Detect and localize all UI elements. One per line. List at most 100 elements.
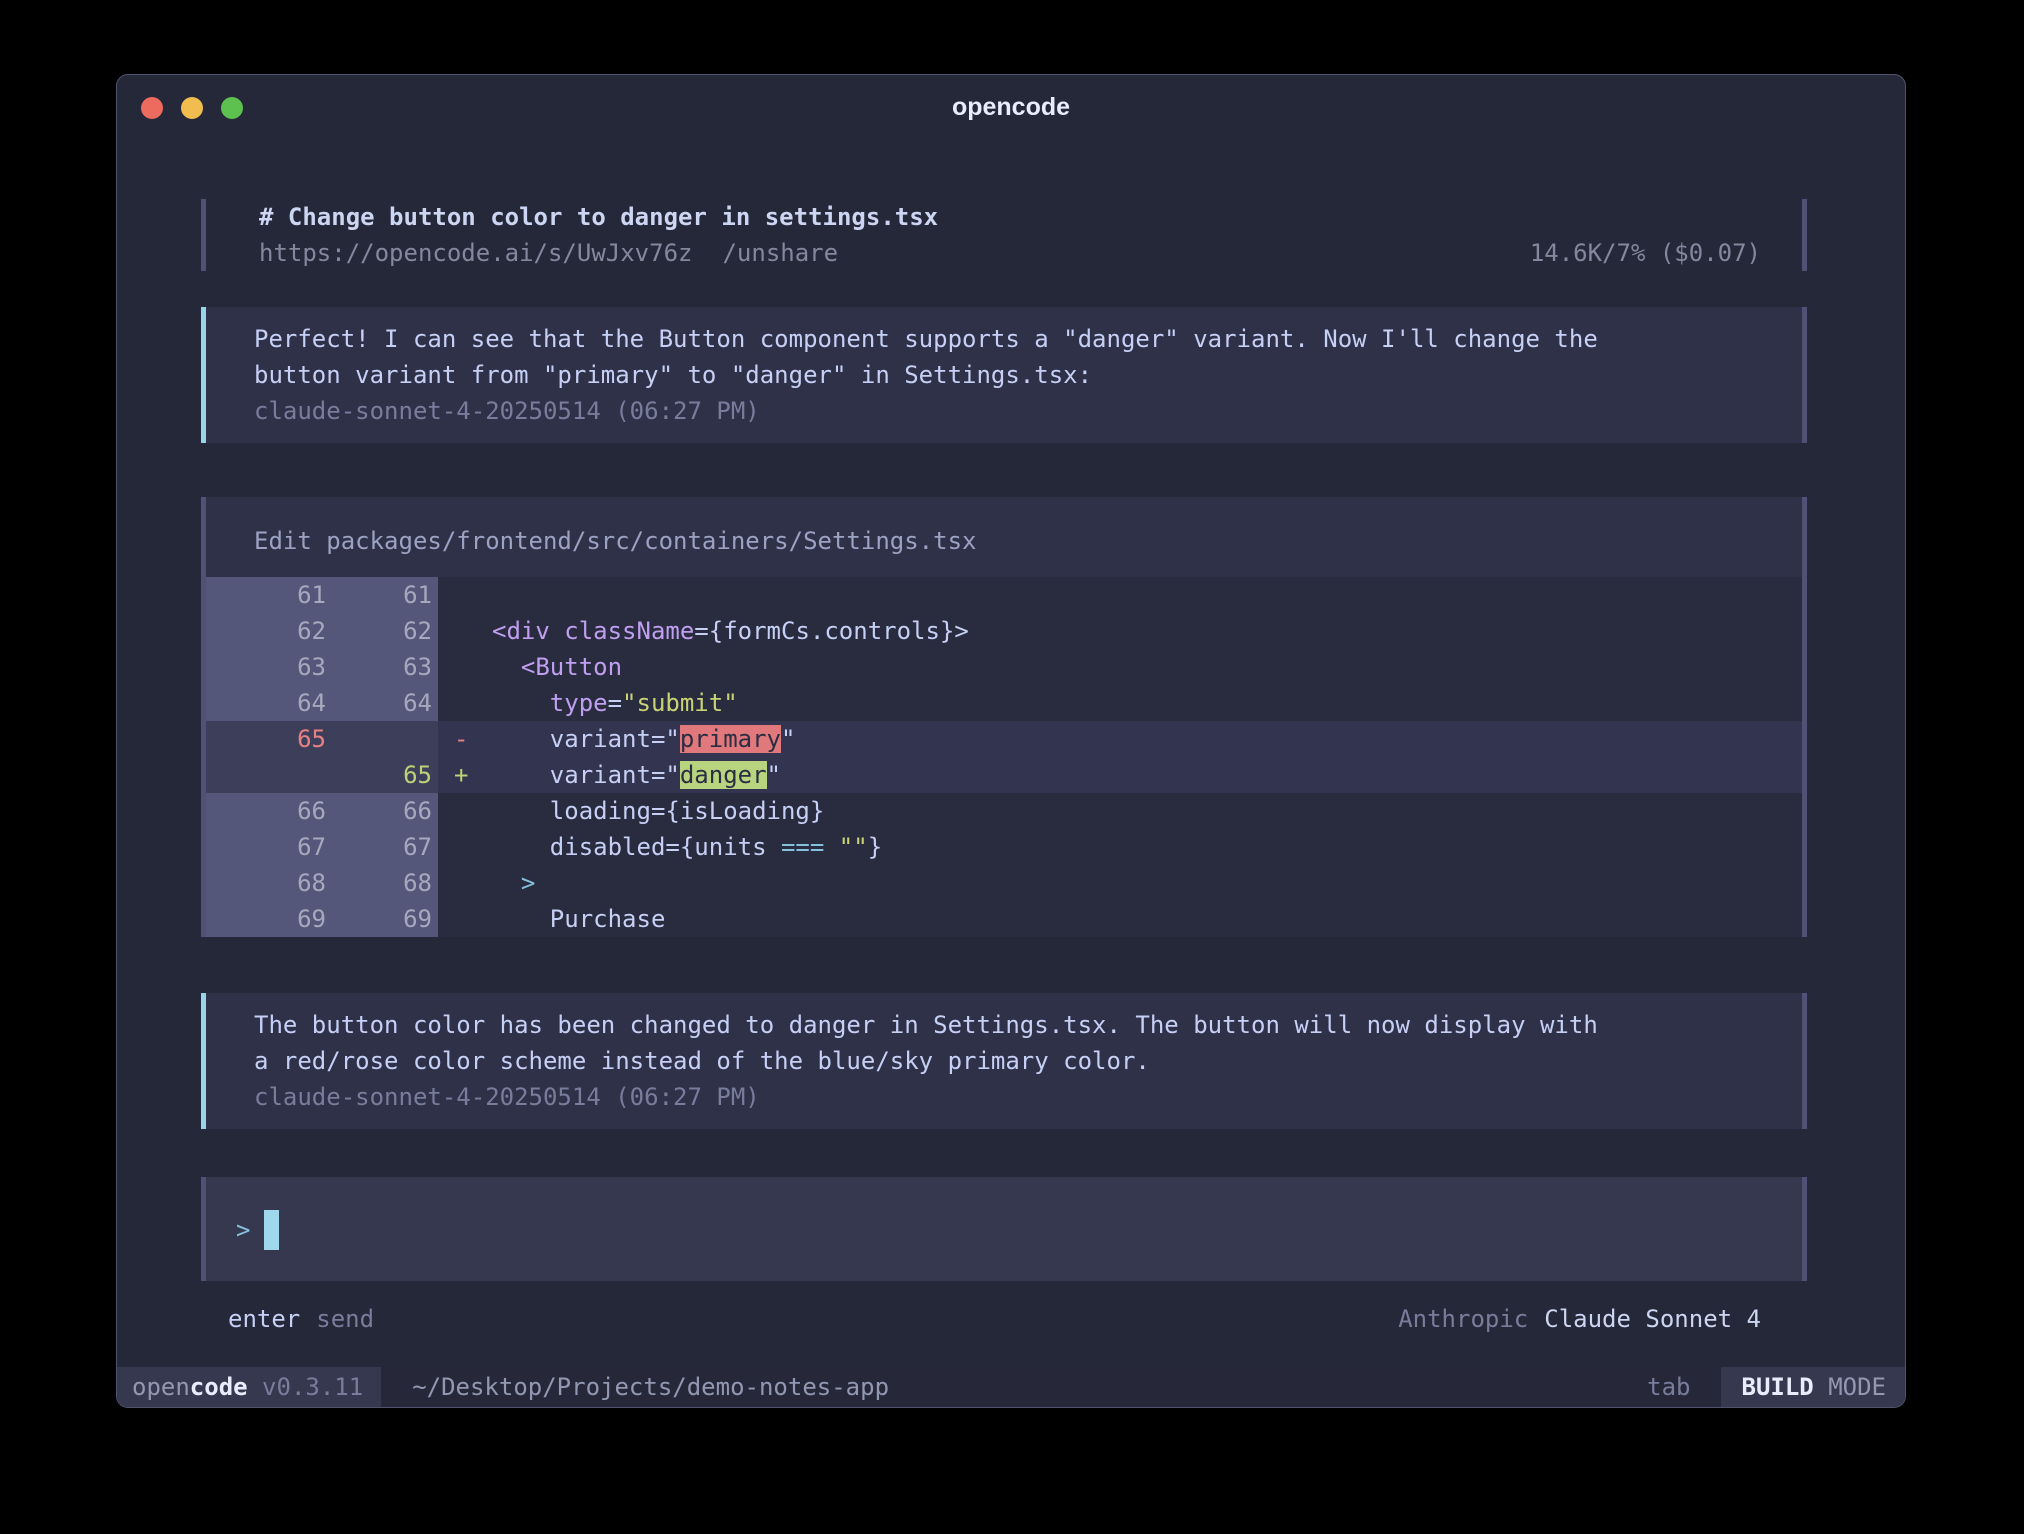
diff-row: 65+ variant="danger" — [206, 757, 1802, 793]
diff-marker — [438, 685, 492, 721]
diff-marker: + — [438, 757, 492, 793]
prompt-left-border — [201, 1177, 206, 1281]
session-header: # Change button color to danger in setti… — [201, 199, 1807, 271]
diff-row: 6464 type="submit" — [206, 685, 1802, 721]
working-directory: ~/Desktop/Projects/demo-notes-app — [381, 1367, 889, 1407]
code-token: variant=" — [492, 725, 680, 753]
message-text: The button color has been changed to dan… — [254, 1007, 1761, 1079]
code-token — [550, 617, 564, 645]
code-line: type="submit" — [492, 685, 1802, 721]
message-line: The button color has been changed to dan… — [254, 1007, 1761, 1043]
diff-marker — [438, 577, 492, 613]
diff-view: 61616262<div className={formCs.controls}… — [206, 577, 1802, 937]
tab-key-hint: tab — [1647, 1367, 1720, 1407]
diff-marker — [438, 649, 492, 685]
old-line-number: 69 — [206, 901, 332, 937]
diff-row: 6969 Purchase — [206, 901, 1802, 937]
enter-key-hint: enter — [228, 1301, 300, 1337]
diff-row: 6363 <Button — [206, 649, 1802, 685]
code-token — [492, 869, 521, 897]
prompt-symbol: > — [236, 1216, 250, 1244]
mode-toggle-segment[interactable]: BUILD MODE — [1721, 1367, 1906, 1407]
old-line-number: 64 — [206, 685, 332, 721]
diff-marker — [438, 793, 492, 829]
new-line-number: 61 — [332, 577, 438, 613]
message-model-meta: claude-sonnet-4-20250514 (06:27 PM) — [254, 393, 1761, 429]
code-token: loading={isLoading} — [492, 797, 824, 825]
diff-marker — [438, 613, 492, 649]
code-line: variant="primary" — [492, 721, 1802, 757]
code-token: type — [550, 689, 608, 717]
app-version: v0.3.11 — [248, 1373, 364, 1401]
code-token: primary — [680, 725, 781, 753]
old-line-number: 61 — [206, 577, 332, 613]
code-token: > — [521, 869, 535, 897]
new-line-number: 69 — [332, 901, 438, 937]
new-line-number: 68 — [332, 865, 438, 901]
message-right-border — [1802, 993, 1807, 1129]
code-line: disabled={units === ""} — [492, 829, 1802, 865]
app-name-open: open — [132, 1373, 190, 1401]
hints-row: enter send Anthropic Claude Sonnet 4 — [201, 1301, 1807, 1337]
old-line-number: 65 — [206, 721, 332, 757]
diff-row: 6262<div className={formCs.controls}> — [206, 613, 1802, 649]
diff-row: 6161 — [206, 577, 1802, 613]
diff-row: 6868 > — [206, 865, 1802, 901]
prompt-input[interactable]: > — [201, 1177, 1807, 1281]
diff-row: 6767 disabled={units === ""} — [206, 829, 1802, 865]
code-token: disabled={units — [492, 833, 781, 861]
prompt-right-border — [1802, 1177, 1807, 1281]
message-accent-bar — [201, 307, 206, 443]
model-provider: Anthropic — [1398, 1301, 1528, 1337]
old-line-number: 63 — [206, 649, 332, 685]
code-line: loading={isLoading} — [492, 793, 1802, 829]
code-token: === — [781, 833, 824, 861]
message-accent-bar — [201, 993, 206, 1129]
code-line — [492, 577, 1802, 613]
code-token: "" — [839, 833, 868, 861]
opencode-window: opencode # Change button color to danger… — [116, 74, 1906, 1408]
old-line-number: 67 — [206, 829, 332, 865]
code-token: Purchase — [492, 905, 665, 933]
old-line-number: 68 — [206, 865, 332, 901]
code-line: variant="danger" — [492, 757, 1802, 793]
message-right-border — [1802, 307, 1807, 443]
titlebar: opencode — [117, 75, 1905, 141]
old-line-number: 66 — [206, 793, 332, 829]
code-line: Purchase — [492, 901, 1802, 937]
code-token: } — [868, 833, 882, 861]
code-token — [492, 689, 550, 717]
code-line: <Button — [492, 649, 1802, 685]
code-token: ={formCs.controls}> — [694, 617, 969, 645]
diff-marker: - — [438, 721, 492, 757]
window-title: opencode — [117, 93, 1905, 122]
code-token: " — [781, 725, 795, 753]
text-cursor — [264, 1210, 279, 1250]
code-token: <Button — [521, 653, 622, 681]
code-token: danger — [680, 761, 767, 789]
model-name: Claude Sonnet 4 — [1544, 1301, 1761, 1337]
assistant-message-2: The button color has been changed to dan… — [201, 993, 1807, 1129]
message-text: Perfect! I can see that the Button compo… — [254, 321, 1761, 393]
code-token — [824, 833, 838, 861]
old-line-number — [206, 757, 332, 793]
assistant-message-1: Perfect! I can see that the Button compo… — [201, 307, 1807, 443]
share-url[interactable]: https://opencode.ai/s/UwJxv76z — [259, 235, 692, 271]
session-title: # Change button color to danger in setti… — [201, 199, 1807, 235]
new-line-number: 63 — [332, 649, 438, 685]
new-line-number: 62 — [332, 613, 438, 649]
mode-label: MODE — [1814, 1373, 1886, 1401]
code-token: "submit" — [622, 689, 738, 717]
app-name-code: code — [190, 1373, 248, 1401]
diff-row: 6666 loading={isLoading} — [206, 793, 1802, 829]
unshare-command[interactable]: /unshare — [722, 235, 838, 271]
diff-marker — [438, 865, 492, 901]
mode-name: BUILD — [1742, 1373, 1814, 1401]
status-bar: opencode v0.3.11 ~/Desktop/Projects/demo… — [117, 1367, 1905, 1407]
message-line: Perfect! I can see that the Button compo… — [254, 321, 1761, 357]
diff-marker — [438, 901, 492, 937]
code-token — [492, 653, 521, 681]
header-right-border — [1802, 199, 1807, 271]
old-line-number: 62 — [206, 613, 332, 649]
enter-action-hint: send — [316, 1301, 374, 1337]
